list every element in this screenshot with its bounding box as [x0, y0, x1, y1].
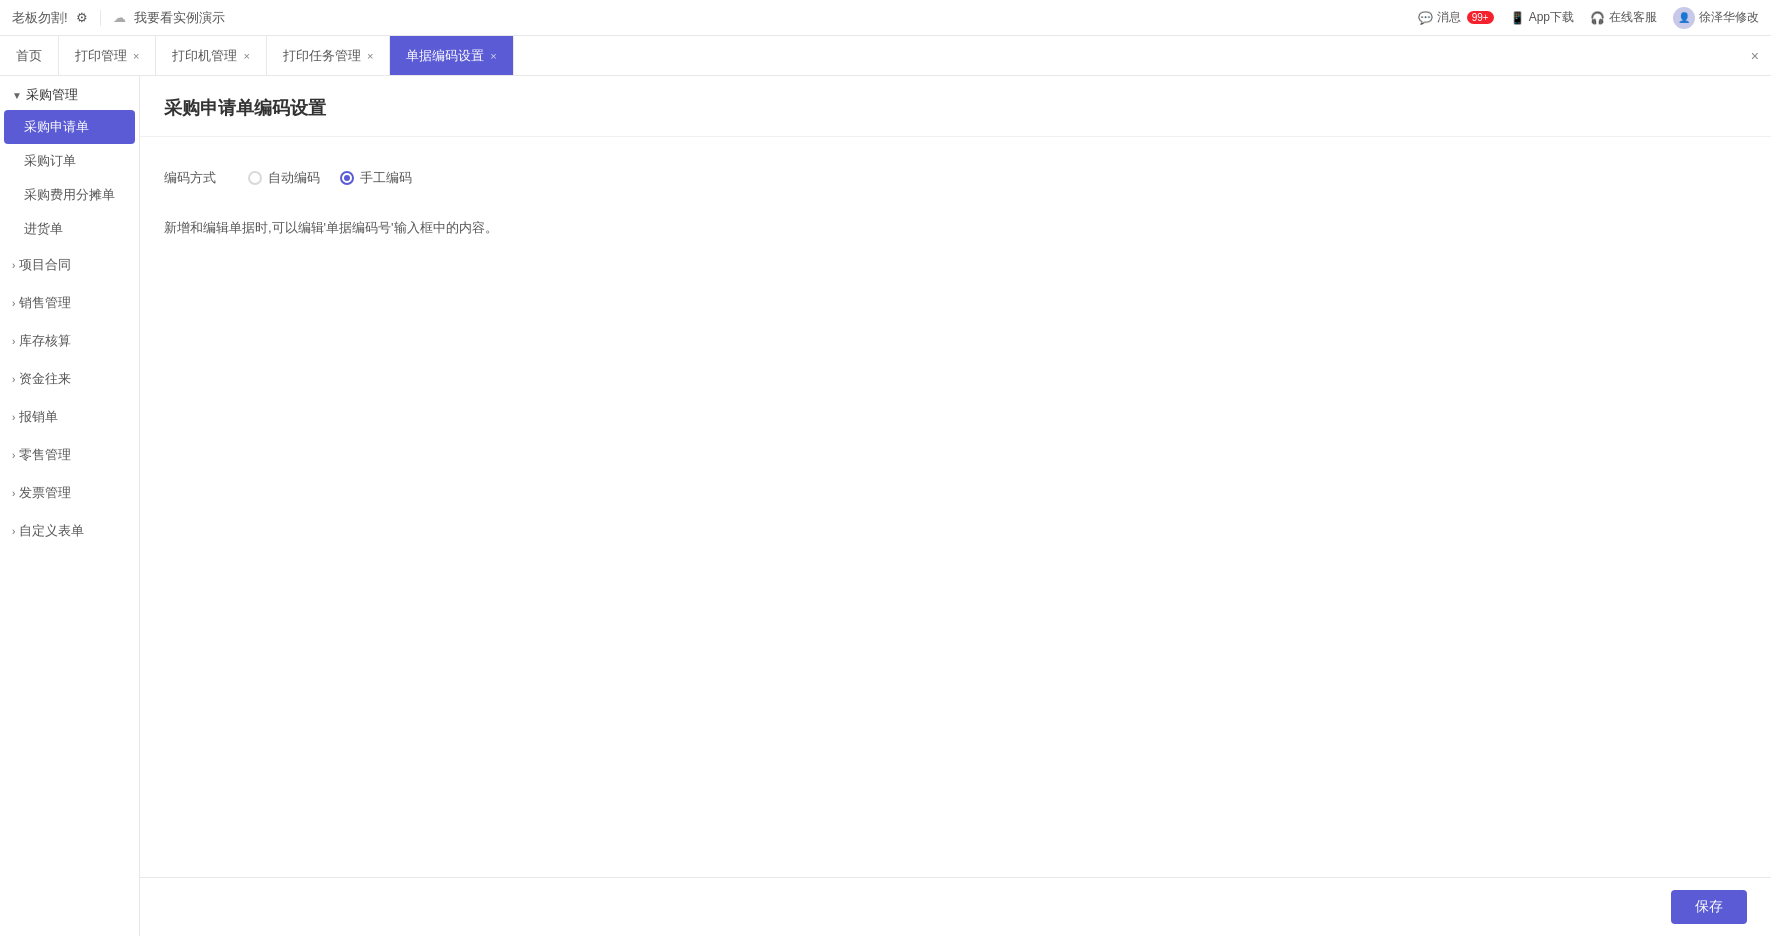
message-icon: 💬: [1418, 11, 1433, 25]
top-bar-right: 💬 消息 99+ 📱 App下载 🎧 在线客服 👤 徐泽华修改: [1418, 7, 1759, 29]
sidebar-item-purchase-order[interactable]: 采购订单: [0, 144, 139, 178]
sidebar-item-purchase-expense[interactable]: 采购费用分摊单: [0, 178, 139, 212]
tab-print-task-label: 打印任务管理: [283, 47, 361, 65]
tab-bar: 首页 打印管理 × 打印机管理 × 打印任务管理 × 单据编码设置 × ×: [0, 36, 1771, 76]
custom-form-label: 自定义表单: [19, 522, 84, 540]
returns-label: 报销单: [19, 408, 58, 426]
app-download-item[interactable]: 📱 App下载: [1510, 9, 1574, 26]
top-bar-left: 老板勿割! ⚙ ☁ 我要看实例演示: [12, 9, 225, 27]
sidebar-group-inventory[interactable]: › 库存核算: [0, 322, 139, 360]
purchase-group-label: 采购管理: [26, 86, 78, 104]
message-item[interactable]: 💬 消息 99+: [1418, 9, 1494, 26]
radio-group: 自动编码 手工编码: [248, 169, 412, 187]
radio-manual-label: 手工编码: [360, 169, 412, 187]
main-layout: ▼ 采购管理 采购申请单 采购订单 采购费用分摊单 进货单 › 项目合同 › 销…: [0, 76, 1771, 936]
invoice-label: 发票管理: [19, 484, 71, 502]
content-footer: 保存: [140, 877, 1771, 936]
tab-printer-mgmt-label: 打印机管理: [172, 47, 237, 65]
demo-text[interactable]: 我要看实例演示: [134, 9, 225, 27]
app-download-label: App下载: [1529, 9, 1574, 26]
content-area: 采购申请单编码设置 编码方式 自动编码 手工编码 新增和编辑单据时: [140, 76, 1771, 936]
tab-print-task-close[interactable]: ×: [367, 50, 373, 62]
sidebar-item-purchase-order-label: 采购订单: [24, 153, 76, 168]
sidebar-item-purchase-request-label: 采购申请单: [24, 119, 89, 134]
radio-manual-circle: [340, 171, 354, 185]
tab-print-mgmt-label: 打印管理: [75, 47, 127, 65]
capital-label: 资金往来: [19, 370, 71, 388]
user-name: 徐泽华修改: [1699, 9, 1759, 26]
tab-home[interactable]: 首页: [0, 36, 59, 75]
close-all-icon[interactable]: ×: [1751, 48, 1759, 64]
capital-arrow: ›: [12, 374, 15, 385]
settings-icon[interactable]: ⚙: [76, 10, 88, 25]
purchase-arrow: ▼: [12, 90, 22, 101]
sidebar: ▼ 采购管理 采购申请单 采购订单 采购费用分摊单 进货单 › 项目合同 › 销…: [0, 76, 140, 936]
sidebar-group-custom-form[interactable]: › 自定义表单: [0, 512, 139, 550]
project-contract-arrow: ›: [12, 260, 15, 271]
sales-arrow: ›: [12, 298, 15, 309]
radio-auto[interactable]: 自动编码: [248, 169, 320, 187]
content-header: 采购申请单编码设置: [140, 76, 1771, 137]
page-title: 采购申请单编码设置: [164, 96, 1747, 120]
radio-auto-circle: [248, 171, 262, 185]
radio-manual[interactable]: 手工编码: [340, 169, 412, 187]
sidebar-group-capital[interactable]: › 资金往来: [0, 360, 139, 398]
tab-print-mgmt-close[interactable]: ×: [133, 50, 139, 62]
inventory-arrow: ›: [12, 336, 15, 347]
project-contract-label: 项目合同: [19, 256, 71, 274]
user-item[interactable]: 👤 徐泽华修改: [1673, 7, 1759, 29]
radio-auto-label: 自动编码: [268, 169, 320, 187]
sidebar-item-inbound[interactable]: 进货单: [0, 212, 139, 246]
tab-printer-mgmt-close[interactable]: ×: [243, 50, 249, 62]
sidebar-group-sales[interactable]: › 销售管理: [0, 284, 139, 322]
tab-single-code-label: 单据编码设置: [406, 47, 484, 65]
sidebar-group-returns[interactable]: › 报销单: [0, 398, 139, 436]
tab-home-label: 首页: [16, 47, 42, 65]
avatar: 👤: [1673, 7, 1695, 29]
sidebar-item-purchase-expense-label: 采购费用分摊单: [24, 187, 115, 202]
divider: [100, 10, 101, 26]
sales-label: 销售管理: [19, 294, 71, 312]
custom-form-arrow: ›: [12, 526, 15, 537]
online-service-item[interactable]: 🎧 在线客服: [1590, 9, 1657, 26]
online-service-label: 在线客服: [1609, 9, 1657, 26]
tab-single-code-close[interactable]: ×: [490, 50, 496, 62]
retail-label: 零售管理: [19, 446, 71, 464]
tab-printer-mgmt[interactable]: 打印机管理 ×: [156, 36, 266, 75]
sidebar-group-purchase[interactable]: ▼ 采购管理: [0, 76, 139, 110]
tab-print-task[interactable]: 打印任务管理 ×: [267, 36, 390, 75]
top-bar: 老板勿割! ⚙ ☁ 我要看实例演示 💬 消息 99+ 📱 App下载 🎧 在线客…: [0, 0, 1771, 36]
tab-bar-end: ×: [514, 36, 1771, 75]
sidebar-group-invoice[interactable]: › 发票管理: [0, 474, 139, 512]
sidebar-item-inbound-label: 进货单: [24, 221, 63, 236]
message-label: 消息: [1437, 9, 1461, 26]
tab-single-code[interactable]: 单据编码设置 ×: [390, 36, 513, 75]
headset-icon: 🎧: [1590, 11, 1605, 25]
brand-label: 老板勿割!: [12, 9, 68, 27]
sidebar-group-retail[interactable]: › 零售管理: [0, 436, 139, 474]
inventory-label: 库存核算: [19, 332, 71, 350]
cloud-icon: ☁: [113, 10, 126, 25]
tab-print-mgmt[interactable]: 打印管理 ×: [59, 36, 156, 75]
sidebar-group-project-contract[interactable]: › 项目合同: [0, 246, 139, 284]
returns-arrow: ›: [12, 412, 15, 423]
coding-row: 编码方式 自动编码 手工编码: [164, 157, 1747, 199]
coding-label: 编码方式: [164, 169, 224, 187]
invoice-arrow: ›: [12, 488, 15, 499]
sidebar-item-purchase-request[interactable]: 采购申请单: [4, 110, 135, 144]
app-icon: 📱: [1510, 11, 1525, 25]
save-button[interactable]: 保存: [1671, 890, 1747, 924]
content-body: 编码方式 自动编码 手工编码 新增和编辑单据时,可以编辑'单据编码号'输入框中的…: [140, 137, 1771, 877]
hint-text: 新增和编辑单据时,可以编辑'单据编码号'输入框中的内容。: [164, 219, 1747, 237]
retail-arrow: ›: [12, 450, 15, 461]
message-badge: 99+: [1467, 11, 1494, 24]
